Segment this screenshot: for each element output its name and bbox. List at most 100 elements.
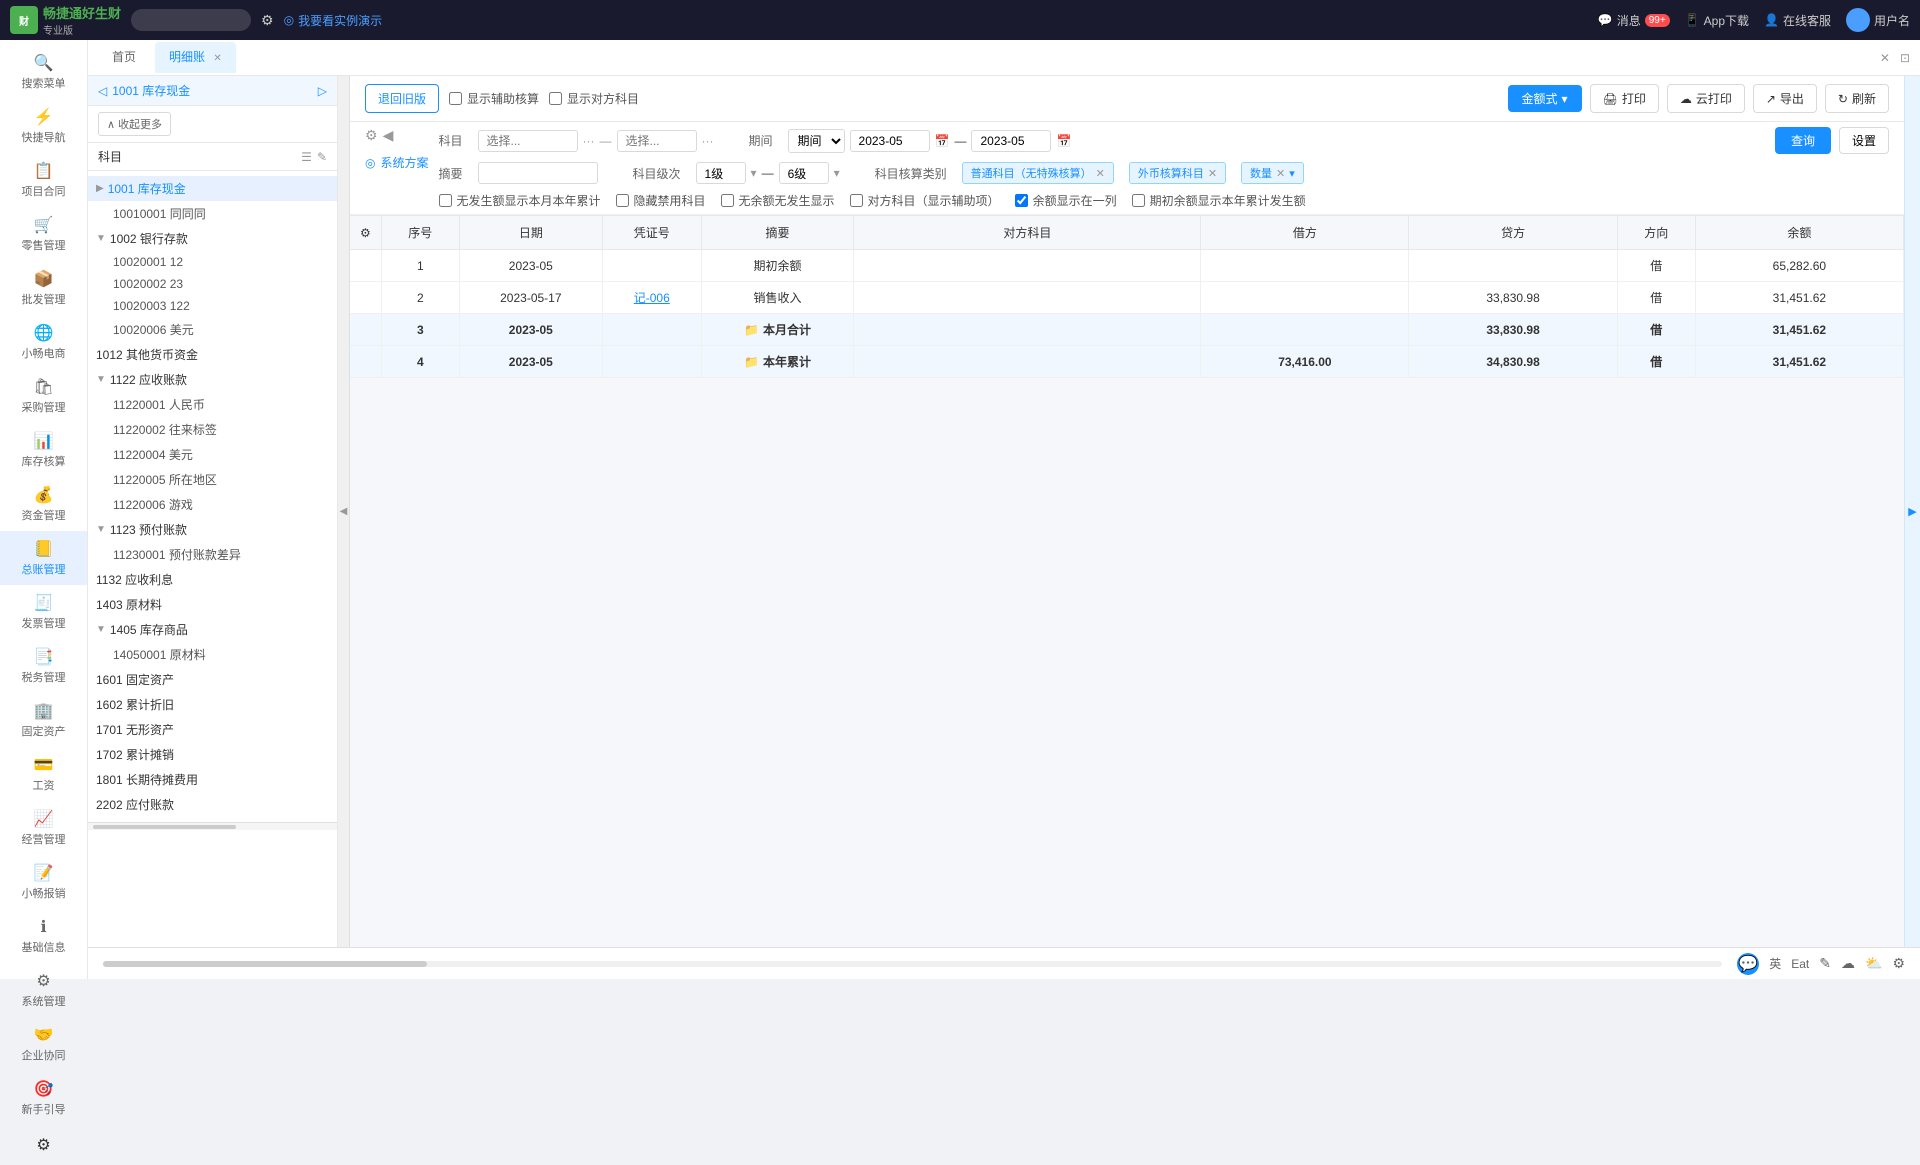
bottom-icon-cloud2[interactable]: ⛅: [1865, 955, 1882, 972]
system-plan-button[interactable]: ◎ 系统方案: [365, 149, 429, 176]
export-button[interactable]: ↗ 导出: [1753, 84, 1817, 113]
tree-item-11220004[interactable]: 11220004 美元: [88, 442, 337, 467]
opening-checkbox[interactable]: 期初余额显示本年累计发生额: [1132, 192, 1306, 209]
bottom-label-eat[interactable]: Eat: [1791, 957, 1809, 971]
sidebar-item-invoice[interactable]: 🧾 发票管理: [0, 585, 87, 639]
show-aux-checkbox[interactable]: 显示辅助核算: [449, 90, 539, 107]
tree-item-11220002[interactable]: 11220002 往来标签: [88, 417, 337, 442]
window-maximize-icon[interactable]: ⊡: [1900, 51, 1910, 65]
ellipsis-end-icon[interactable]: ···: [702, 134, 714, 148]
tree-item-11230001[interactable]: 11230001 预付账款差异: [88, 542, 337, 567]
tree-item-11220005[interactable]: 11220005 所在地区: [88, 467, 337, 492]
calendar-start-icon[interactable]: 📅: [935, 134, 950, 148]
gear-icon[interactable]: ⚙: [261, 12, 274, 29]
sidebar-item-base[interactable]: ℹ 基础信息: [0, 909, 87, 963]
tree-item-1002[interactable]: ▼ 1002 银行存款: [88, 226, 337, 251]
tree-scrollbar[interactable]: [88, 822, 337, 830]
tree-item-10010001[interactable]: 10010001 同同同: [88, 201, 337, 226]
tree-item-1012[interactable]: 1012 其他货币资金: [88, 342, 337, 367]
bottom-icon-settings[interactable]: ⚙: [1892, 955, 1905, 972]
tree-item-1701[interactable]: 1701 无形资产: [88, 717, 337, 742]
sidebar-settings[interactable]: ⚙: [26, 1125, 60, 1165]
voucher-link-2[interactable]: 记-006: [634, 291, 670, 305]
right-edge-panel[interactable]: ▶: [1904, 76, 1920, 947]
tree-item-1702[interactable]: 1702 累计摊销: [88, 742, 337, 767]
subject-input[interactable]: [478, 130, 578, 152]
tab-home[interactable]: 首页: [98, 42, 150, 73]
tree-item-1403[interactable]: 1403 原材料: [88, 592, 337, 617]
sidebar-item-operations[interactable]: 📈 经营管理: [0, 801, 87, 855]
bottom-label-en[interactable]: 英: [1769, 955, 1781, 972]
tab-close-icon[interactable]: ✕: [213, 53, 221, 64]
sidebar-item-wholesale[interactable]: 📦 批发管理: [0, 261, 87, 315]
account-forward-icon[interactable]: ▷: [318, 84, 327, 98]
show-aux-input[interactable]: [449, 92, 462, 105]
sidebar-item-retail[interactable]: 🛒 零售管理: [0, 207, 87, 261]
hide-disabled-checkbox[interactable]: 隐藏禁用科目: [616, 192, 706, 209]
sidebar-item-ecommerce[interactable]: 🌐 小畅电商: [0, 315, 87, 369]
no-balance-input[interactable]: [721, 194, 734, 207]
tree-item-1602[interactable]: 1602 累计折旧: [88, 692, 337, 717]
tab-detail[interactable]: 明细账 ✕: [155, 42, 236, 73]
left-arrow-icon[interactable]: ◀: [383, 127, 394, 144]
show-contra-input[interactable]: [549, 92, 562, 105]
user-menu[interactable]: 用户名: [1846, 8, 1910, 32]
sidebar-item-assets[interactable]: 🏢 固定资产: [0, 693, 87, 747]
sidebar-item-inventory[interactable]: 📊 库存核算: [0, 423, 87, 477]
tree-item-14050001[interactable]: 14050001 原材料: [88, 642, 337, 667]
tree-item-1601[interactable]: 1601 固定资产: [88, 667, 337, 692]
tree-item-10020001[interactable]: 10020001 12: [88, 251, 337, 273]
filter-tag-normal-close[interactable]: ✕: [1096, 167, 1105, 180]
period-end-input[interactable]: [971, 130, 1051, 152]
tree-item-11220006[interactable]: 11220006 游戏: [88, 492, 337, 517]
back-old-version-button[interactable]: 退回旧版: [365, 84, 439, 113]
bottom-icon-cloud[interactable]: ☁: [1841, 955, 1855, 972]
sidebar-item-search[interactable]: 🔍 搜索菜单: [0, 45, 87, 99]
list-view-icon[interactable]: ☰: [301, 150, 312, 164]
edit-view-icon[interactable]: ✎: [317, 150, 327, 164]
refresh-button[interactable]: ↻ 刷新: [1825, 84, 1889, 113]
hide-disabled-input[interactable]: [616, 194, 629, 207]
bottom-icon-edit[interactable]: ✎: [1819, 955, 1831, 972]
subject-end-input[interactable]: [617, 130, 697, 152]
left-panel-collapse-button[interactable]: ◀: [338, 76, 350, 947]
period-type-select[interactable]: 期间: [788, 129, 845, 153]
no-occur-checkbox[interactable]: 无发生额显示本月本年累计: [439, 192, 601, 209]
show-contra-checkbox[interactable]: 显示对方科目: [549, 90, 639, 107]
sidebar-item-report[interactable]: 📝 小畅报销: [0, 855, 87, 909]
tree-item-1405[interactable]: ▼ 1405 库存商品: [88, 617, 337, 642]
no-balance-checkbox[interactable]: 无余额无发生显示: [721, 192, 835, 209]
query-button[interactable]: 查询: [1775, 127, 1831, 154]
cloud-print-button[interactable]: ☁ 云打印: [1667, 84, 1745, 113]
ellipsis-icon[interactable]: ···: [583, 134, 595, 148]
no-occur-input[interactable]: [439, 194, 452, 207]
message-button[interactable]: 💬 消息 99+: [1598, 12, 1670, 29]
period-start-input[interactable]: [850, 130, 930, 152]
app-download-button[interactable]: 📱 App下载: [1685, 12, 1749, 29]
print-button[interactable]: 🖨 打印: [1590, 84, 1659, 113]
tree-item-11220001[interactable]: 11220001 人民币: [88, 392, 337, 417]
horizontal-scrollbar[interactable]: [103, 961, 1722, 967]
tree-item-2202[interactable]: 2202 应付账款: [88, 792, 337, 817]
sidebar-item-capital[interactable]: 💰 资金管理: [0, 477, 87, 531]
tree-item-1801[interactable]: 1801 长期待摊费用: [88, 767, 337, 792]
tag-dropdown-icon[interactable]: ▾: [1289, 167, 1295, 180]
tree-item-10020002[interactable]: 10020002 23: [88, 273, 337, 295]
window-minimize-icon[interactable]: ✕: [1880, 51, 1890, 65]
settings-button[interactable]: 设置: [1839, 127, 1889, 154]
sidebar-item-quick[interactable]: ⚡ 快捷导航: [0, 99, 87, 153]
contra-input[interactable]: [850, 194, 863, 207]
sidebar-item-guide[interactable]: 🎯 新手引导: [0, 1071, 87, 1125]
sidebar-item-system[interactable]: ⚙ 系统管理: [0, 963, 87, 1017]
sidebar-item-purchase[interactable]: 🛍 采购管理: [0, 369, 87, 423]
sidebar-item-general[interactable]: 📒 总账管理: [0, 531, 87, 585]
sidebar-item-coop[interactable]: 🤝 企业协同: [0, 1017, 87, 1071]
one-col-input[interactable]: [1015, 194, 1028, 207]
level-end-input[interactable]: [779, 162, 829, 184]
cell-voucher-2[interactable]: 记-006: [602, 282, 701, 314]
sidebar-item-salary[interactable]: 💳 工资: [0, 747, 87, 801]
contra-checkbox[interactable]: 对方科目（显示辅助项）: [850, 192, 1000, 209]
global-search[interactable]: [131, 9, 251, 31]
tree-item-10020003[interactable]: 10020003 122: [88, 295, 337, 317]
filter-tag-quantity-close[interactable]: ✕: [1276, 167, 1285, 180]
